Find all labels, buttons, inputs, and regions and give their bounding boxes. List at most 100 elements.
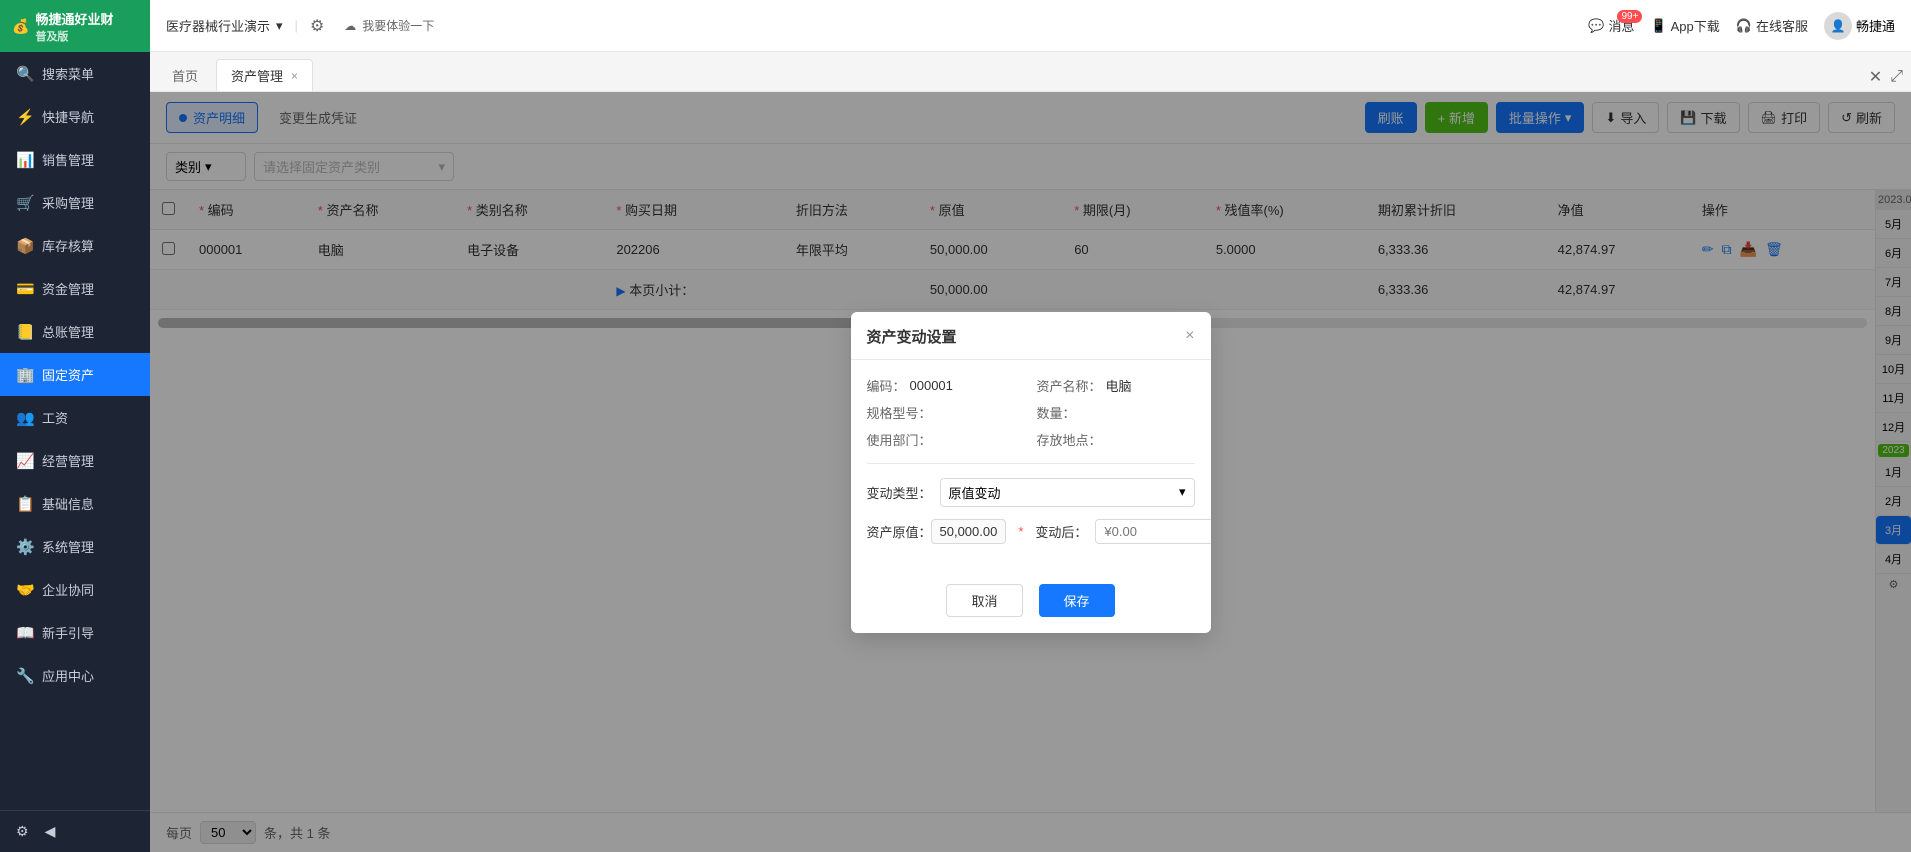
sidebar-item-12[interactable]: 🤝 企业协同 [0,568,150,611]
after-change-input[interactable] [1095,519,1210,544]
sidebar-label-4: 库存核算 [42,236,94,255]
notification-icon: 💬 [1588,18,1604,34]
save-btn[interactable]: 保存 [1039,584,1115,617]
sidebar-icon-9: 📈 [16,452,34,470]
sidebar-logo: 💰 畅捷通好业财 普及版 [0,0,150,52]
online-service-btn[interactable]: 🎧 在线客服 [1736,16,1808,35]
modal-dept-field: 使用部门： [867,430,1025,449]
sidebar-label-11: 系统管理 [42,537,94,556]
sidebar-icon-7: 🏢 [16,366,34,384]
modal-original-value-field: 资产原值： 50,000.00 * 变动后： [867,519,1195,544]
sidebar-icon-11: ⚙️ [16,538,34,556]
asset-change-modal: 资产变动设置 × 编码： 000001 资产名称： 电脑 [851,312,1211,633]
sidebar-item-9[interactable]: 📈 经营管理 [0,439,150,482]
main: 医疗器械行业演示 ▾ | ⚙ ☁ 我要体验一下 💬 消息 99+ 📱 App下载… [150,0,1911,852]
logo-sub: 普及版 [35,28,113,44]
settings-icon[interactable]: ⚙ [310,16,324,36]
sidebar-item-10[interactable]: 📋 基础信息 [0,482,150,525]
sidebar-item-14[interactable]: 🔧 应用中心 [0,654,150,697]
modal-close-btn[interactable]: × [1185,327,1194,345]
spec-label: 规格型号： [867,403,932,422]
sidebar-icon-1: ⚡ [16,108,34,126]
sidebar-icon-0: 🔍 [16,65,34,83]
modal-change-type-field: 变动类型： 原值变动 ▾ [867,478,1195,507]
sidebar-label-6: 总账管理 [42,322,94,341]
change-type-select[interactable]: 原值变动 ▾ [940,478,1195,507]
modal-body: 编码： 000001 资产名称： 电脑 规格型号： 数量： [851,360,1211,572]
notification-btn[interactable]: 💬 消息 99+ [1588,16,1634,35]
sidebar-label-7: 固定资产 [42,365,94,384]
app-download-label: App下载 [1671,16,1720,35]
tab-close-icon[interactable]: × [291,69,298,83]
sidebar-icon-12: 🤝 [16,581,34,599]
sidebar-item-5[interactable]: 💳 资金管理 [0,267,150,310]
sidebar-icon-2: 📊 [16,151,34,169]
window-maximize-icon[interactable]: ⤢ [1890,68,1903,86]
tab-asset-management[interactable]: 资产管理 × [216,59,313,91]
change-type-value: 原值变动 [949,483,1001,502]
after-change-label: 变动后： [1035,522,1087,541]
sidebar-label-14: 应用中心 [42,666,94,685]
modal-name-field: 资产名称： 电脑 [1037,376,1195,395]
window-close-icon[interactable]: ✕ [1869,67,1882,87]
code-label: 编码： [867,376,906,395]
sidebar-item-2[interactable]: 📊 销售管理 [0,138,150,181]
sidebar-label-3: 采购管理 [42,193,94,212]
sidebar-item-13[interactable]: 📖 新手引导 [0,611,150,654]
notification-badge: 99+ [1617,10,1642,23]
sidebar-label-8: 工资 [42,408,68,427]
modal-header: 资产变动设置 × [851,312,1211,360]
chevron-down-icon: ▾ [1179,484,1186,500]
sidebar-item-7[interactable]: 🏢 固定资产 [0,353,150,396]
sidebar-icon-5: 💳 [16,280,34,298]
cloud-icon: ☁ [344,19,356,33]
change-type-label: 变动类型： [867,483,932,502]
topbar-right: 💬 消息 99+ 📱 App下载 🎧 在线客服 👤 畅捷通 [1588,12,1895,40]
sidebar-item-3[interactable]: 🛒 采购管理 [0,181,150,224]
sidebar-item-1[interactable]: ⚡ 快捷导航 [0,95,150,138]
dropdown-icon: ▾ [276,18,283,34]
tab-asset-label: 资产管理 [231,66,283,85]
original-value-label: 资产原值： [867,522,923,541]
modal-overlay: 资产变动设置 × 编码： 000001 资产名称： 电脑 [150,92,1911,852]
app-download-btn[interactable]: 📱 App下载 [1650,16,1719,35]
tab-home[interactable]: 首页 [158,59,212,91]
quantity-label: 数量： [1037,403,1076,422]
sidebar-label-10: 基础信息 [42,494,94,513]
sidebar-label-13: 新手引导 [42,623,94,642]
sidebar-item-0[interactable]: 🔍 搜索菜单 [0,52,150,95]
username: 畅捷通 [1856,16,1895,35]
cancel-btn[interactable]: 取消 [946,584,1022,617]
sidebar-icon-6: 📒 [16,323,34,341]
avatar: 👤 [1824,12,1852,40]
topbar-company[interactable]: 医疗器械行业演示 ▾ [166,16,283,35]
sidebar-item-11[interactable]: ⚙️ 系统管理 [0,525,150,568]
tab-home-label: 首页 [172,66,198,85]
sidebar-label-2: 销售管理 [42,150,94,169]
sidebar-item-8[interactable]: 👥 工资 [0,396,150,439]
settings-icon[interactable]: ⚙ [16,823,29,840]
sidebar-item-4[interactable]: 📦 库存核算 [0,224,150,267]
experience-btn[interactable]: ☁ 我要体验一下 [344,17,434,34]
modal-quantity-field: 数量： [1037,403,1195,422]
sidebar-item-6[interactable]: 📒 总账管理 [0,310,150,353]
original-value-display: 50,000.00 [931,519,1007,544]
dept-label: 使用部门： [867,430,932,449]
modal-footer: 取消 保存 [851,572,1211,633]
name-label: 资产名称： [1037,376,1102,395]
collapse-icon[interactable]: ◀ [45,823,56,840]
modal-code-field: 编码： 000001 [867,376,1025,395]
sidebar-icon-8: 👥 [16,409,34,427]
sidebar-icon-13: 📖 [16,624,34,642]
service-label: 在线客服 [1756,16,1808,35]
modal-spec-field: 规格型号： [867,403,1025,422]
sidebar-label-12: 企业协同 [42,580,94,599]
sidebar-icon-4: 📦 [16,237,34,255]
topbar: 医疗器械行业演示 ▾ | ⚙ ☁ 我要体验一下 💬 消息 99+ 📱 App下载… [150,0,1911,52]
logo-name: 畅捷通好业财 [35,9,113,28]
sidebar-bottom: ⚙ ◀ [0,810,150,852]
experience-label: 我要体验一下 [362,17,434,34]
modal-divider [867,463,1195,464]
sidebar-icon-3: 🛒 [16,194,34,212]
user-btn[interactable]: 👤 畅捷通 [1824,12,1895,40]
